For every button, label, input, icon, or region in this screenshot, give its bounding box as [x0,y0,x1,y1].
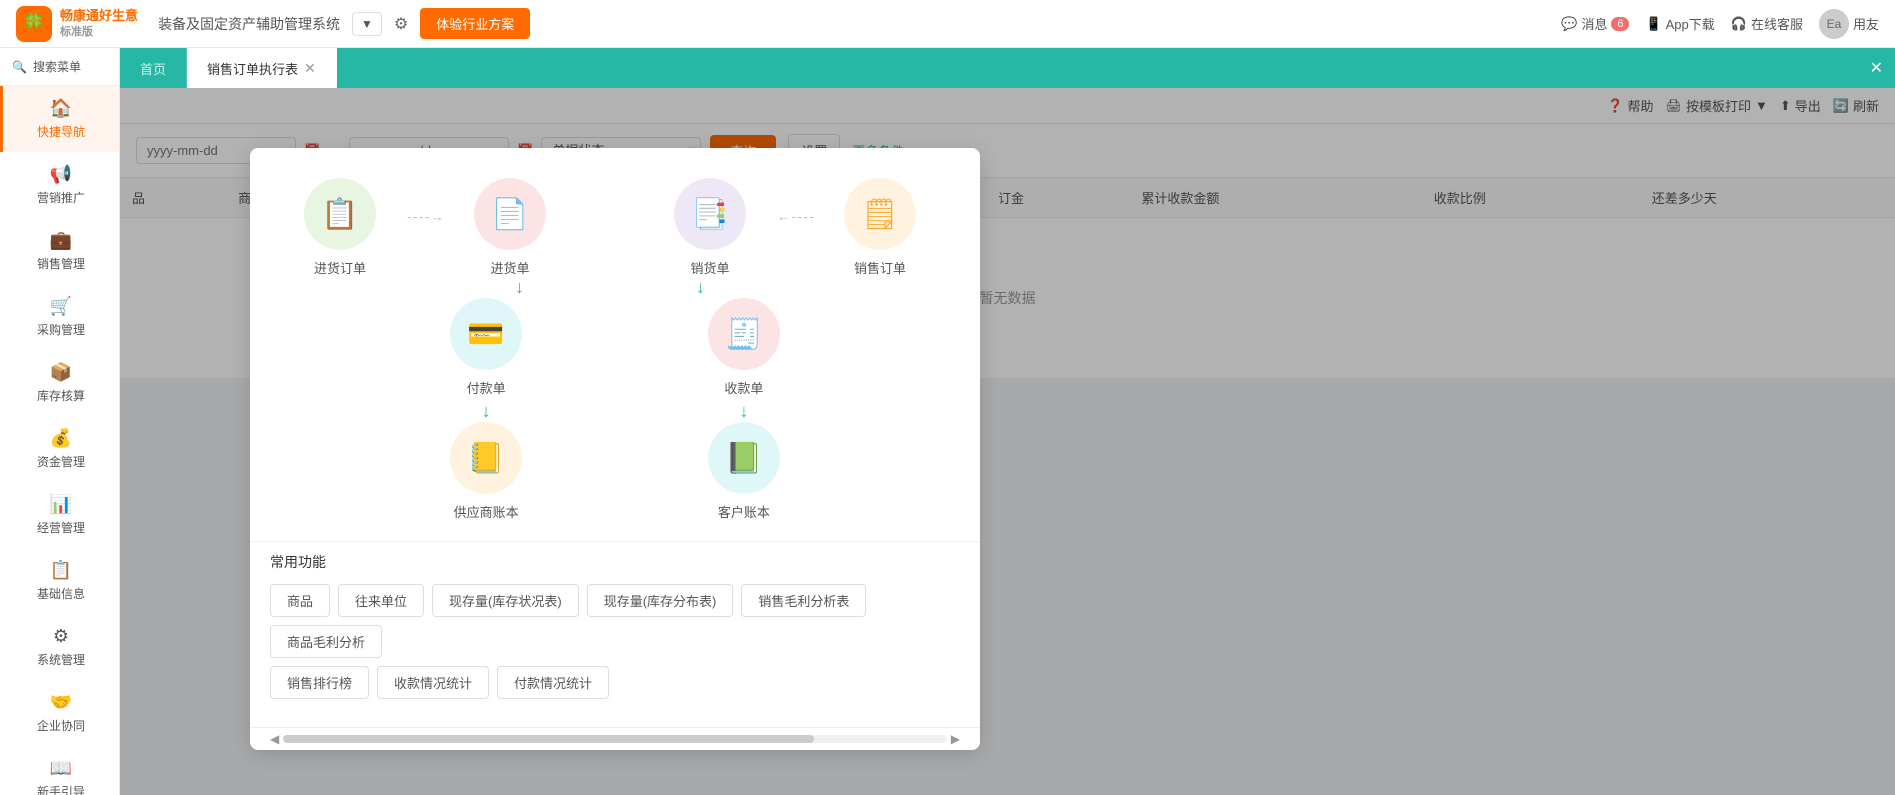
experience-btn[interactable]: 体验行业方案 [420,8,530,39]
message-icon: 💬 [1561,16,1577,32]
tab-close-btn[interactable]: ✕ [304,60,316,77]
func-btn-receipt-stats[interactable]: 收款情况统计 [377,666,489,699]
message-btn[interactable]: 💬 消息 6 [1561,14,1629,33]
flow-node-payment: 💳 付款单 [436,298,536,397]
common-funcs-title: 常用功能 [270,552,960,572]
sales-order-icon: 🗒 [844,178,916,250]
tab-sales-order-exec[interactable]: 销售订单执行表 ✕ [187,48,337,88]
modal-scrollbar: ◀ ▶ [250,727,980,750]
sidebar: 🔍 搜索菜单 🏠 快捷导航 📢 营销推广 💼 销售管理 🛒 采购管理 📦 [0,48,120,795]
flow-node-purchase-bill: 📄 进货单 [460,178,560,277]
handshake-icon: 🤝 [50,692,72,713]
sales-bill-icon: 📑 [674,178,746,250]
flow-node-receipt: 🧾 收款单 [694,298,794,397]
func-btn-sales-rank[interactable]: 销售排行榜 [270,666,369,699]
phone-icon: 📱 [1645,16,1661,32]
sidebar-item-quick-nav[interactable]: 🏠 快捷导航 [0,86,119,152]
clipboard-icon: 📋 [50,560,72,581]
purchase-order-icon: 📋 [304,178,376,250]
briefcase-icon: 💼 [50,230,72,251]
func-btns-row2: 销售排行榜 收款情况统计 付款情况统计 [270,666,960,699]
logo-brand: 畅康通好生意 [60,8,138,25]
modal-overlay[interactable]: 📋 进货订单 - - - - → [120,88,1895,795]
search-icon: 🔍 [12,60,27,74]
page-close-btn[interactable]: ✕ [1870,58,1883,78]
customer-ledger-icon: 📗 [708,422,780,494]
chart-icon: 📊 [50,494,72,515]
func-btn-sales-margin[interactable]: 销售毛利分析表 [741,584,866,617]
func-btns-row1: 商品 往来单位 现存量(库存状况表) 现存量(库存分布表) 销售毛利分析表 商品… [270,584,960,658]
flow-node-sales-bill: 📑 销货单 [660,178,760,277]
func-btn-stock-status[interactable]: 现存量(库存状况表) [432,584,579,617]
gear-icon: ⚙ [53,626,69,647]
modal-box: 📋 进货订单 - - - - → [250,148,980,750]
sidebar-item-beginner[interactable]: 📖 新手引导 [0,746,119,795]
func-btn-stock-dist[interactable]: 现存量(库存分布表) [587,584,734,617]
flow-node-sales-order: 🗒 销售订单 [830,178,930,277]
book-icon: 📖 [50,758,72,779]
func-btn-goods[interactable]: 商品 [270,584,330,617]
home-icon: 🏠 [50,98,72,119]
sidebar-item-finance[interactable]: 💰 资金管理 [0,416,119,482]
tab-home[interactable]: 首页 [120,48,187,88]
receipt-icon: 🧾 [708,298,780,370]
sidebar-item-purchase[interactable]: 🛒 采购管理 [0,284,119,350]
sidebar-item-marketing[interactable]: 📢 营销推广 [0,152,119,218]
func-btn-payment-stats[interactable]: 付款情况统计 [497,666,609,699]
message-badge: 6 [1611,17,1629,31]
flow-area: 📋 进货订单 - - - - → [250,148,980,541]
sidebar-item-corp-collab[interactable]: 🤝 企业协同 [0,680,119,746]
scroll-thumb [283,735,814,743]
user-avatar: Ea [1819,9,1849,39]
scroll-left-btn[interactable]: ◀ [270,732,279,746]
settings-btn[interactable]: ⚙ [394,14,408,34]
search-menu-btn[interactable]: 🔍 搜索菜单 [0,48,119,86]
box-icon: 📦 [50,362,72,383]
headset-icon: 🎧 [1731,16,1747,32]
common-funcs-section: 常用功能 商品 往来单位 现存量(库存状况表) 现存量(库存分布表) 销售毛利分… [250,541,980,727]
page-content: ❓ 帮助 🖨 按模板打印 ▼ ⬆ 导出 🔄 刷新 [120,88,1895,795]
sidebar-item-sys-mgmt[interactable]: ⚙ 系统管理 [0,614,119,680]
flow-node-supplier-ledger: 📒 供应商账本 [436,422,536,521]
logo-area: 🍀 畅康通好生意 标准版 [16,6,138,42]
sidebar-item-inventory[interactable]: 📦 库存核算 [0,350,119,416]
payment-icon: 💳 [450,298,522,370]
money-icon: 💰 [50,428,72,449]
user-menu-btn[interactable]: Ea 用友 [1819,9,1879,39]
sys-dropdown-btn[interactable]: ▼ [352,12,382,36]
flow-node-purchase-order: 📋 进货订单 [290,178,390,277]
online-service-btn[interactable]: 🎧 在线客服 [1731,14,1803,33]
sys-title: 装备及固定资产辅助管理系统 [158,14,340,34]
func-btn-vendor[interactable]: 往来单位 [338,584,424,617]
megaphone-icon: 📢 [50,164,72,185]
app-download-btn[interactable]: 📱 App下载 [1645,14,1714,33]
scroll-track[interactable] [283,735,947,743]
tab-bar: 首页 销售订单执行表 ✕ ✕ [120,48,1895,88]
supplier-ledger-icon: 📒 [450,422,522,494]
func-btn-goods-margin[interactable]: 商品毛利分析 [270,625,382,658]
flow-node-customer-ledger: 📗 客户账本 [694,422,794,521]
sidebar-item-operations[interactable]: 📊 经营管理 [0,482,119,548]
logo-sub: 标准版 [60,25,138,39]
sidebar-item-basic-info[interactable]: 📋 基础信息 [0,548,119,614]
logo-icon: 🍀 [16,6,52,42]
scroll-right-btn[interactable]: ▶ [951,732,960,746]
purchase-bill-icon: 📄 [474,178,546,250]
sidebar-item-sales[interactable]: 💼 销售管理 [0,218,119,284]
cart-icon: 🛒 [50,296,72,317]
